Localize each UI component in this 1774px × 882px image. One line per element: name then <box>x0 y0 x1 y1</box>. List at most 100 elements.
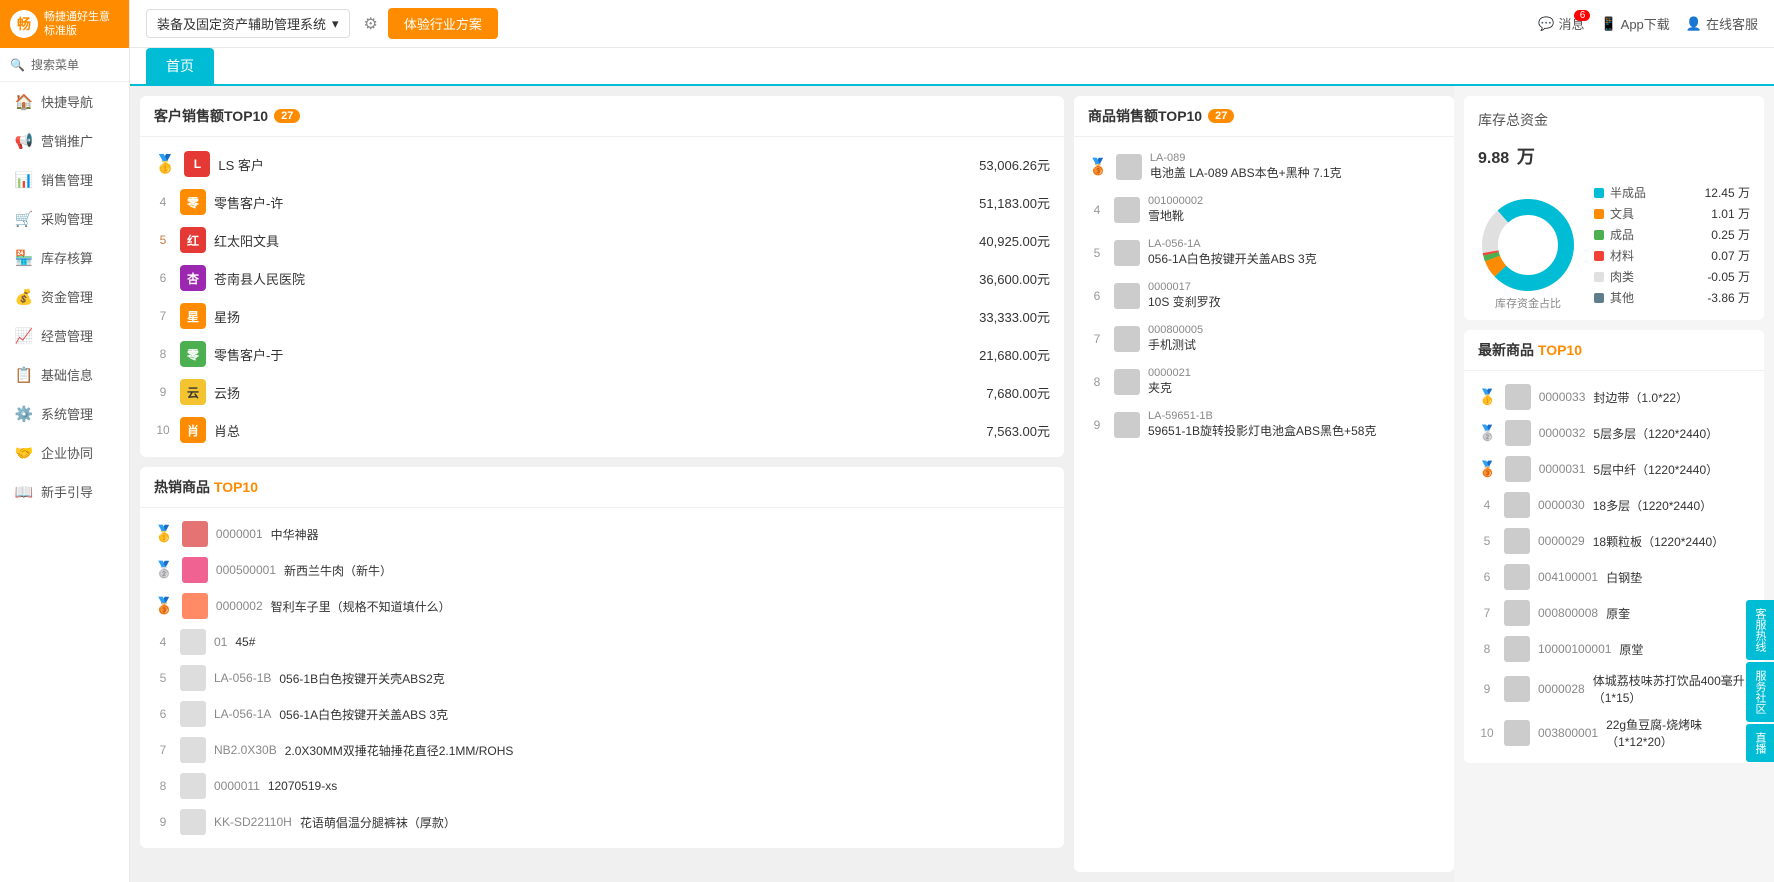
logo-icon: 畅 <box>10 10 38 38</box>
legend-item: 半成品 12.45 万 <box>1594 184 1750 201</box>
sidebar-item-enterprise[interactable]: 🤝 企业协同 <box>0 433 129 472</box>
main-area: 装备及固定资产辅助管理系统 ▾ ⚙ 体验行业方案 💬 消息 6 📱 App下载 … <box>130 0 1774 882</box>
legend-color <box>1594 230 1604 240</box>
list-item: 7 星 星扬 33,333.00元 <box>140 297 1064 335</box>
rank-medal: 🥇 <box>154 154 176 175</box>
avatar: 杏 <box>180 265 206 291</box>
list-item: 8 0000011 12070519-xs <box>140 768 1064 804</box>
community-button[interactable]: 服务社区 <box>1746 662 1774 722</box>
system-select[interactable]: 装备及固定资产辅助管理系统 ▾ <box>146 9 350 38</box>
list-item: 8 零 零售客户-于 21,680.00元 <box>140 335 1064 373</box>
list-item: 8 10000100001 原堂 <box>1464 631 1764 667</box>
rank-medal: 🥉 <box>1088 157 1108 177</box>
sidebar-item-inventory[interactable]: 🏪 库存核算 <box>0 238 129 277</box>
avatar: 云 <box>180 379 206 405</box>
product-image <box>180 701 206 727</box>
legend-color <box>1594 251 1604 261</box>
legend-color <box>1594 209 1604 219</box>
product-ranking-body: 🥉 LA-089 电池盖 LA-089 ABS本色+黑种 7.1克 4 0010… <box>1074 137 1454 454</box>
sales-icon: 📊 <box>15 171 33 189</box>
product-image <box>182 557 208 583</box>
list-item: 9 云 云扬 7,680.00元 <box>140 373 1064 411</box>
sidebar-item-system[interactable]: ⚙️ 系统管理 <box>0 394 129 433</box>
avatar: 零 <box>180 341 206 367</box>
avatar: 星 <box>180 303 206 329</box>
purchase-icon: 🛒 <box>15 210 33 228</box>
settings-icon[interactable]: ⚙ <box>364 14 378 34</box>
rank-medal: 🥉 <box>1478 460 1497 478</box>
list-item: 7 NB2.0X30B 2.0X30MM双捶花轴捶花直径2.1MM/ROHS <box>140 732 1064 768</box>
product-image <box>180 809 206 835</box>
customer-ranking-card: 客户销售额TOP10 27 🥇 L LS 客户 53,006.26元 4 零 <box>140 96 1064 457</box>
product-image <box>1114 197 1140 223</box>
hot-products-header: 热销商品 TOP10 <box>140 467 1064 508</box>
product-image <box>1504 528 1530 554</box>
search-icon: 🔍 <box>10 58 25 72</box>
message-icon: 💬 <box>1538 16 1554 32</box>
product-image <box>1114 369 1140 395</box>
sidebar-item-finance[interactable]: 💰 资金管理 <box>0 277 129 316</box>
list-item: 9 KK-SD22110H 花语萌倡温分腿裤袜（厚款） <box>140 804 1064 840</box>
product-image <box>182 521 208 547</box>
list-item: 4 001000002 雪地靴 <box>1074 188 1454 231</box>
inventory-title: 库存总资金 <box>1478 110 1750 130</box>
avatar: 零 <box>180 189 206 215</box>
product-image <box>180 773 206 799</box>
live-button[interactable]: 直播 <box>1746 724 1774 762</box>
rank-medal: 🥈 <box>154 560 174 580</box>
product-image <box>1504 600 1530 626</box>
home-icon: 🏠 <box>15 93 33 111</box>
search-menu[interactable]: 🔍 搜索菜单 <box>0 48 129 82</box>
online-service[interactable]: 👤 在线客服 <box>1686 14 1758 33</box>
list-item: 6 杏 苍南县人民医院 36,600.00元 <box>140 259 1064 297</box>
logo-text: 畅捷通好生意 标准版 <box>44 10 110 39</box>
operations-icon: 📈 <box>15 327 33 345</box>
list-item: 🥉 LA-089 电池盖 LA-089 ABS本色+黑种 7.1克 <box>1074 145 1454 188</box>
page-tabs: 首页 <box>130 48 1774 86</box>
header: 装备及固定资产辅助管理系统 ▾ ⚙ 体验行业方案 💬 消息 6 📱 App下载 … <box>130 0 1774 48</box>
legend-item: 肉类 -0.05 万 <box>1594 268 1750 285</box>
product-image <box>1505 420 1531 446</box>
app-download[interactable]: 📱 App下载 <box>1600 14 1669 33</box>
inventory-amount: 9.88 万 <box>1478 138 1750 170</box>
sidebar-item-marketing[interactable]: 📢 营销推广 <box>0 121 129 160</box>
list-item: 🥇 0000001 中华神器 <box>140 516 1064 552</box>
sidebar-item-basics[interactable]: 📋 基础信息 <box>0 355 129 394</box>
list-item: 5 0000029 18颗粒板（1220*2440） <box>1464 523 1764 559</box>
enterprise-icon: 🤝 <box>15 444 33 462</box>
sidebar-item-sales[interactable]: 📊 销售管理 <box>0 160 129 199</box>
list-item: 9 LA-59651-1B 59651-1B旋转投影灯电池盒ABS黑色+58克 <box>1074 403 1454 446</box>
system-icon: ⚙️ <box>15 405 33 423</box>
avatar: L <box>184 151 210 177</box>
rank-medal: 🥈 <box>1478 424 1497 442</box>
avatar: 肖 <box>180 417 206 443</box>
sidebar-item-guide[interactable]: 📖 新手引导 <box>0 472 129 511</box>
sidebar-item-purchase[interactable]: 🛒 采购管理 <box>0 199 129 238</box>
product-image <box>1505 456 1531 482</box>
product-image <box>1504 636 1530 662</box>
tab-home[interactable]: 首页 <box>146 48 214 84</box>
list-item: 6 LA-056-1A 056-1A白色按键开关盖ABS 3克 <box>140 696 1064 732</box>
customer-ranking-header: 客户销售额TOP10 27 <box>140 96 1064 137</box>
try-plan-button[interactable]: 体验行业方案 <box>388 8 498 39</box>
list-item: 🥉 0000002 智利车子里（规格不知道填什么） <box>140 588 1064 624</box>
float-buttons: 客服热线 服务社区 直播 <box>1746 600 1774 762</box>
product-image <box>1504 720 1530 746</box>
finance-icon: 💰 <box>15 288 33 306</box>
list-item: 🥇 0000033 封边带（1.0*22） <box>1464 379 1764 415</box>
new-products-header: 最新商品 TOP10 <box>1464 330 1764 371</box>
sidebar-item-operations[interactable]: 📈 经营管理 <box>0 316 129 355</box>
guide-icon: 📖 <box>15 483 33 501</box>
customer-service-button[interactable]: 客服热线 <box>1746 600 1774 660</box>
inventory-chart-area: 库存资金占比 半成品 12.45 万 文具 1.01 万 <box>1478 184 1750 306</box>
sidebar-item-shortcuts[interactable]: 🏠 快捷导航 <box>0 82 129 121</box>
header-right: 💬 消息 6 📱 App下载 👤 在线客服 <box>1538 14 1758 33</box>
donut-chart: 库存资金占比 <box>1478 195 1578 295</box>
list-item: 4 零 零售客户-许 51,183.00元 <box>140 183 1064 221</box>
left-panel: 客户销售额TOP10 27 🥇 L LS 客户 53,006.26元 4 零 <box>130 86 1074 882</box>
message-badge[interactable]: 💬 消息 6 <box>1538 14 1584 33</box>
service-icon: 👤 <box>1686 16 1702 32</box>
product-image <box>180 665 206 691</box>
new-products-card: 最新商品 TOP10 🥇 0000033 封边带（1.0*22） 🥈 00000… <box>1464 330 1764 763</box>
product-image <box>1505 384 1531 410</box>
